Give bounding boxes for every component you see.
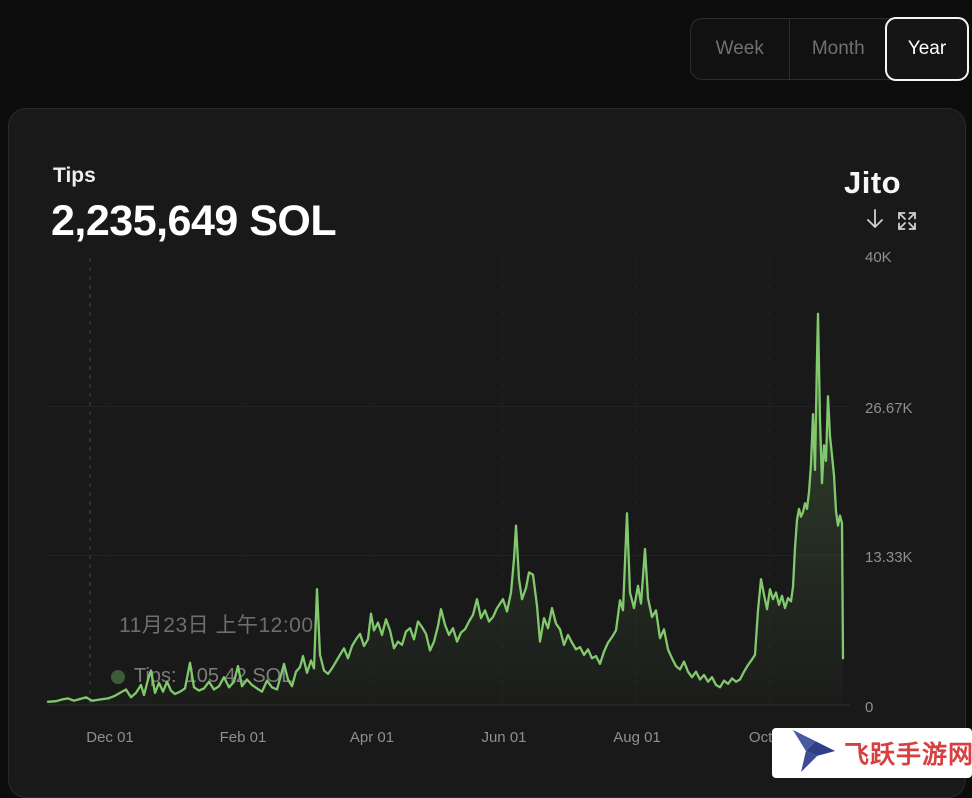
tips-total-value: 2,235,649 SOL — [51, 197, 337, 245]
tooltip-date: 11月23日 上午12:00 — [119, 614, 314, 637]
tooltip-value-row: Tips: 105.42 SOL — [111, 665, 292, 688]
download-button[interactable] — [863, 207, 889, 233]
x-tick-apr01: Apr 01 — [349, 729, 395, 746]
y-tick-13-33k: 13.33K — [865, 549, 913, 566]
tooltip-series-label: Tips: — [134, 665, 177, 687]
x-tick-jun01: Jun 01 — [481, 729, 527, 746]
timeframe-year-button[interactable]: Year — [885, 17, 969, 81]
y-tick-26-67k: 26.67K — [865, 400, 913, 417]
timeframe-selector: Week Month Year — [690, 17, 969, 81]
download-arrow-icon — [863, 207, 889, 233]
tooltip-series-dot-icon — [111, 669, 125, 684]
x-tick-feb01: Feb 01 — [219, 729, 267, 746]
y-tick-0: 0 — [865, 699, 874, 716]
expand-button[interactable] — [895, 208, 921, 234]
y-tick-40k: 40K — [865, 249, 892, 266]
x-tick-aug01: Aug 01 — [613, 729, 661, 746]
expand-arrows-icon — [895, 209, 921, 233]
x-tick-dec01: Dec 01 — [86, 729, 134, 746]
card-title: Tips — [53, 164, 96, 187]
timeframe-month-button[interactable]: Month — [788, 19, 888, 79]
tooltip-series-value: 105.42 SOL — [185, 665, 293, 687]
watermark-bird-icon — [788, 729, 840, 778]
tips-chart-card: Tips 2,235,649 SOL Jito 40K 26.67K 13.33… — [8, 108, 966, 798]
timeframe-week-button[interactable]: Week — [691, 19, 789, 79]
watermark-badge: 飞跃手游网 — [772, 728, 972, 778]
watermark-text: 飞跃手游网 — [844, 741, 972, 769]
jito-logo[interactable]: Jito — [844, 165, 901, 201]
